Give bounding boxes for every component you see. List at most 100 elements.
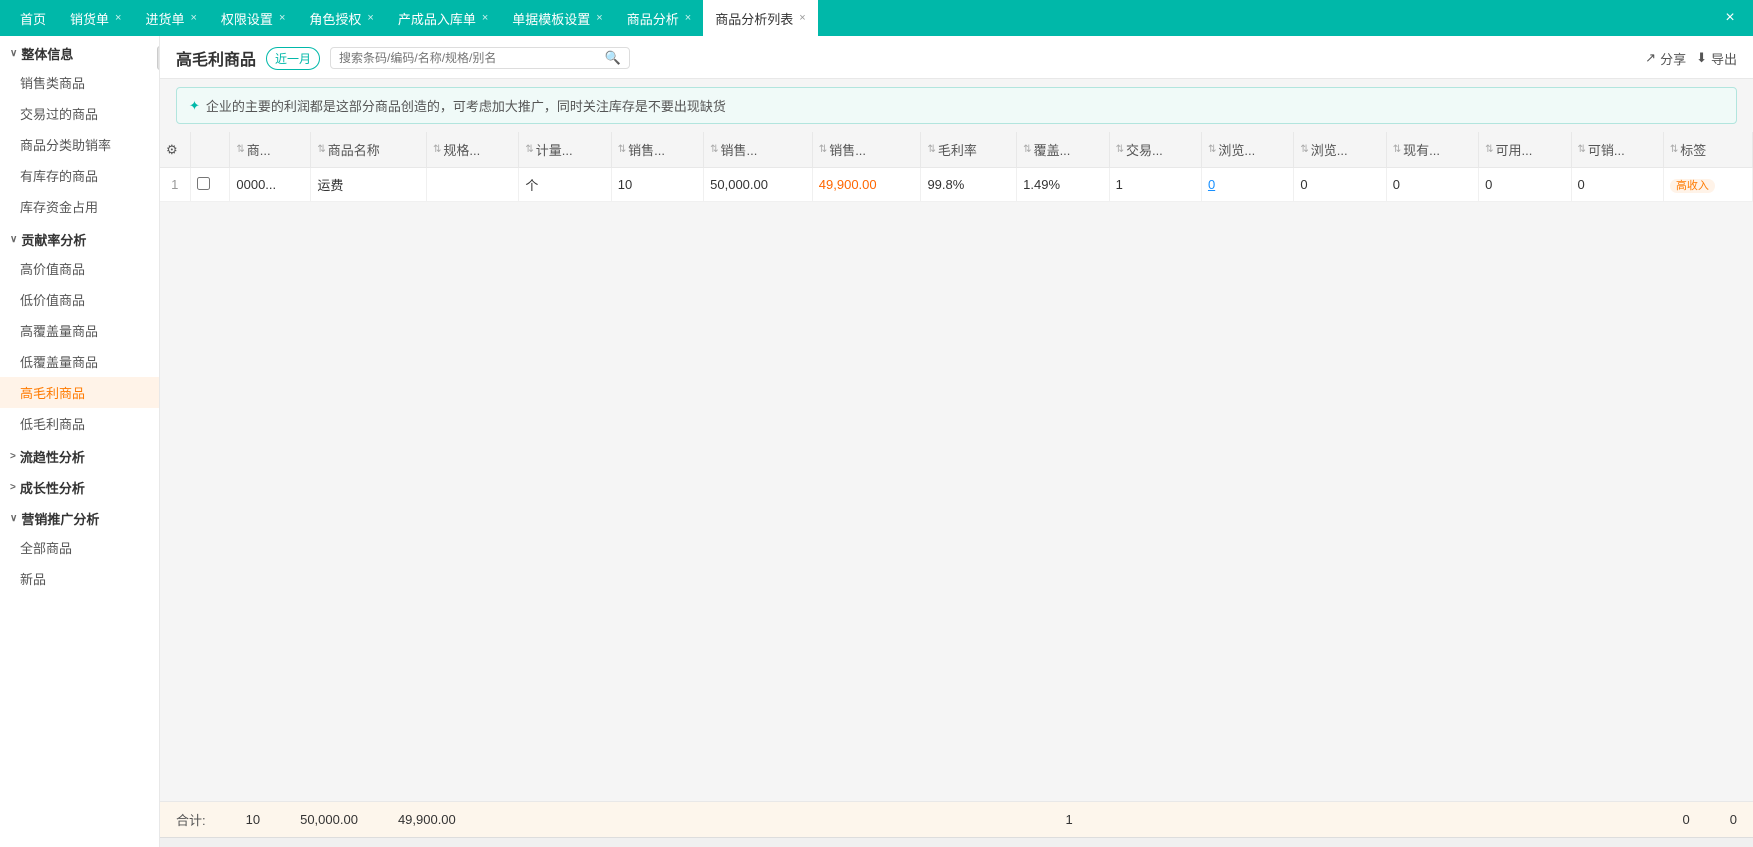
cell-sales_cost: 49,900.00 [812, 168, 921, 202]
data-table: ⚙⇅商...⇅商品名称⇅规格...⇅计量...⇅销售...⇅销售...⇅销售..… [160, 132, 1753, 202]
sort-icon: ⇅ [1116, 144, 1124, 155]
col-label: 覆盖... [1034, 140, 1071, 159]
export-button[interactable]: ⬇ 导出 [1696, 49, 1737, 68]
content-header: 高毛利商品 近一月 🔍 ↗ 分享 ⬇ 导出 [160, 36, 1753, 79]
col-header-browse2[interactable]: ⇅浏览... [1294, 132, 1386, 168]
nav-item-商品分析列表[interactable]: 商品分析列表× [703, 0, 817, 36]
sidebar-collapse-button[interactable]: « [157, 46, 160, 70]
section-title-label: 流趋性分析 [20, 447, 85, 466]
sidebar-item-商品分类助销率[interactable]: 商品分类助销率 [0, 129, 159, 160]
header-actions: ↗ 分享 ⬇ 导出 [1645, 49, 1737, 68]
cell-browse1[interactable]: 0 [1201, 168, 1293, 202]
cell-browse2: 0 [1294, 168, 1386, 202]
row-checkbox[interactable] [197, 177, 210, 190]
nav-item-销货单[interactable]: 销货单× [58, 0, 133, 36]
cell-trade: 1 [1109, 168, 1201, 202]
filter-recent-month-button[interactable]: 近一月 [266, 47, 320, 70]
col-header-available_stock[interactable]: ⇅可用... [1479, 132, 1571, 168]
sidebar-item-销售类商品[interactable]: 销售类商品 [0, 67, 159, 98]
col-header-coverage[interactable]: ⇅覆盖... [1017, 132, 1109, 168]
nav-item-权限设置[interactable]: 权限设置× [209, 0, 297, 36]
sort-icon: ⇅ [1023, 144, 1031, 155]
sort-icon: ⇅ [927, 144, 935, 155]
sort-icon: ⇅ [525, 144, 533, 155]
sidebar-item-有库存的商品[interactable]: 有库存的商品 [0, 160, 159, 191]
col-header-unit[interactable]: ⇅计量... [519, 132, 611, 168]
sidebar-item-高覆盖量商品[interactable]: 高覆盖量商品 [0, 315, 159, 346]
sidebar-section-贡献率分析[interactable]: ∨贡献率分析 [0, 222, 159, 253]
nav-item-进货单[interactable]: 进货单× [133, 0, 208, 36]
col-label: 销售... [829, 140, 866, 159]
info-icon: ✦ [189, 98, 200, 114]
nav-close-icon[interactable]: × [799, 12, 805, 24]
nav-item-商品分析[interactable]: 商品分析× [615, 0, 703, 36]
sidebar-item-全部商品[interactable]: 全部商品 [0, 532, 159, 563]
nav-item-角色授权[interactable]: 角色授权× [297, 0, 385, 36]
nav-close-icon[interactable]: × [685, 12, 691, 24]
sidebar-item-低价值商品[interactable]: 低价值商品 [0, 284, 159, 315]
col-header-sales_cost[interactable]: ⇅销售... [812, 132, 921, 168]
nav-item-产成品入库单[interactable]: 产成品入库单× [386, 0, 500, 36]
table-row: 10000...运费个1050,000.0049,900.0099.8%1.49… [160, 168, 1753, 202]
search-icon[interactable]: 🔍 [605, 50, 621, 66]
sort-icon: ⇅ [710, 144, 718, 155]
col-header-current_stock[interactable]: ⇅现有... [1386, 132, 1478, 168]
nav-item-首页[interactable]: 首页 [8, 0, 58, 36]
sidebar-section-营销推广分析[interactable]: ∨营销推广分析 [0, 501, 159, 532]
table-container[interactable]: ⚙⇅商...⇅商品名称⇅规格...⇅计量...⇅销售...⇅销售...⇅销售..… [160, 132, 1753, 801]
page-title: 高毛利商品 [176, 46, 256, 70]
sidebar-item-库存资金占用[interactable]: 库存资金占用 [0, 191, 159, 222]
col-header-trade[interactable]: ⇅交易... [1109, 132, 1201, 168]
horizontal-scrollbar[interactable] [160, 837, 1753, 847]
table-footer: 合计: 10 50,000.00 49,900.00 1 0 0 [160, 801, 1753, 837]
col-header-sales_qty[interactable]: ⇅销售... [611, 132, 703, 168]
sort-icon: ⇅ [1300, 144, 1308, 155]
nav-close-icon[interactable]: × [115, 12, 121, 24]
cell-code: 0000... [230, 168, 311, 202]
sidebar-item-低覆盖量商品[interactable]: 低覆盖量商品 [0, 346, 159, 377]
col-label: 规格... [443, 140, 480, 159]
sidebar-item-新品[interactable]: 新品 [0, 563, 159, 594]
nav-item-单据模板设置[interactable]: 单据模板设置× [500, 0, 614, 36]
sidebar-section-整体信息[interactable]: ∨整体信息 [0, 36, 159, 67]
cell-checkbox[interactable] [190, 168, 230, 202]
col-header-gross_margin[interactable]: ⇅毛利率 [921, 132, 1017, 168]
sidebar-item-高价值商品[interactable]: 高价值商品 [0, 253, 159, 284]
sort-icon: ⇅ [1485, 144, 1493, 155]
sidebar-item-高毛利商品[interactable]: 高毛利商品 [0, 377, 159, 408]
col-header-browse1[interactable]: ⇅浏览... [1201, 132, 1293, 168]
window-close-button[interactable]: × [1715, 0, 1745, 36]
col-label: 计量... [536, 140, 573, 159]
sidebar-section-流趋性分析[interactable]: > 流趋性分析 [0, 439, 159, 470]
cell-sales_qty: 10 [611, 168, 703, 202]
sidebar-section-成长性分析[interactable]: >成长性分析 [0, 470, 159, 501]
nav-close-icon[interactable]: × [482, 12, 488, 24]
col-header-saleable[interactable]: ⇅可销... [1571, 132, 1663, 168]
col-header-sales_amount[interactable]: ⇅销售... [704, 132, 813, 168]
col-label: 浏览... [1218, 140, 1255, 159]
cell-tag[interactable]: 高收入 [1663, 168, 1752, 202]
nav-close-icon[interactable]: × [367, 12, 373, 24]
col-label: 商... [247, 140, 271, 159]
section-title-label: 成长性分析 [20, 478, 85, 497]
col-header-code[interactable]: ⇅商... [230, 132, 311, 168]
col-header-spec[interactable]: ⇅规格... [426, 132, 518, 168]
nav-close-icon[interactable]: × [596, 12, 602, 24]
section-arrow-icon: > [10, 451, 16, 462]
col-label: 可用... [1496, 140, 1533, 159]
col-header-tag[interactable]: ⇅标签 [1663, 132, 1752, 168]
nav-close-icon[interactable]: × [190, 12, 196, 24]
col-header-name[interactable]: ⇅商品名称 [311, 132, 427, 168]
sidebar-item-交易过的商品[interactable]: 交易过的商品 [0, 98, 159, 129]
main-layout: « ∨整体信息销售类商品交易过的商品商品分类助销率有库存的商品库存资金占用∨贡献… [0, 36, 1753, 847]
section-title-label: 贡献率分析 [21, 230, 86, 249]
share-label: 分享 [1660, 49, 1686, 68]
cell-sales_amount: 50,000.00 [704, 168, 813, 202]
col-label: 交易... [1126, 140, 1163, 159]
nav-close-icon[interactable]: × [279, 12, 285, 24]
sort-icon: ⇅ [1208, 144, 1216, 155]
share-button[interactable]: ↗ 分享 [1645, 49, 1686, 68]
sidebar-item-低毛利商品[interactable]: 低毛利商品 [0, 408, 159, 439]
search-input[interactable] [339, 51, 605, 65]
col-label: 现有... [1403, 140, 1440, 159]
